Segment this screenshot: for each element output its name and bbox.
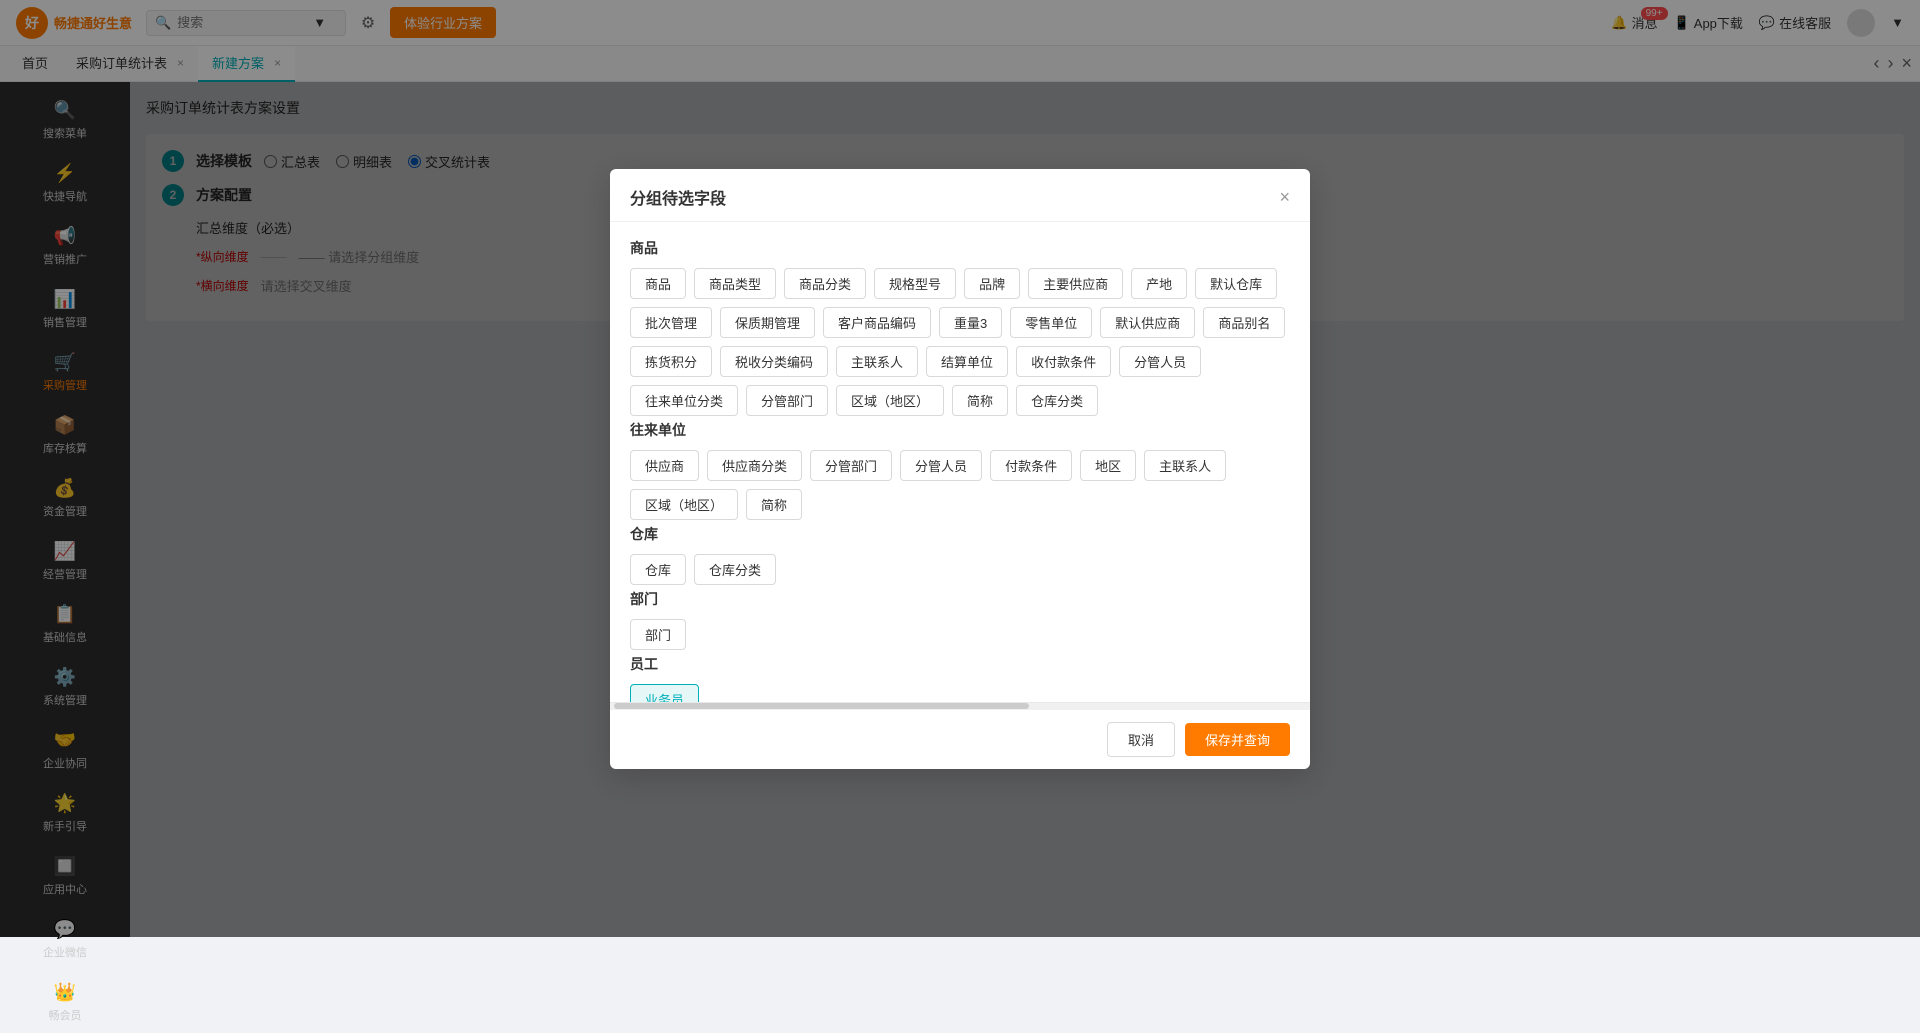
field-tag-0-18[interactable]: 结算单位 (926, 346, 1008, 377)
modal-title: 分组待选字段 (630, 185, 726, 209)
field-tag-2-1[interactable]: 仓库分类 (694, 554, 776, 585)
field-tag-1-3[interactable]: 分管人员 (900, 450, 982, 481)
field-tag-0-19[interactable]: 收付款条件 (1016, 346, 1111, 377)
field-tag-1-5[interactable]: 地区 (1080, 450, 1136, 481)
modal-header: 分组待选字段 × (610, 169, 1310, 222)
field-tag-0-9[interactable]: 保质期管理 (720, 307, 815, 338)
field-tag-0-25[interactable]: 仓库分类 (1016, 385, 1098, 416)
modal-footer: 取消 保存并查询 (610, 709, 1310, 769)
field-grid-0: 商品商品类型商品分类规格型号品牌主要供应商产地默认仓库批次管理保质期管理客户商品… (630, 268, 1290, 416)
field-tag-3-0[interactable]: 部门 (630, 619, 686, 650)
horizontal-scroll[interactable] (610, 702, 1310, 709)
sidebar-item-wechat-label: 企业微信 (43, 944, 87, 960)
section-title-4: 员工 (630, 654, 1290, 674)
field-tag-1-0[interactable]: 供应商 (630, 450, 699, 481)
field-tag-0-5[interactable]: 主要供应商 (1028, 268, 1123, 299)
field-tag-2-0[interactable]: 仓库 (630, 554, 686, 585)
modal: 分组待选字段 × 商品商品商品类型商品分类规格型号品牌主要供应商产地默认仓库批次… (610, 169, 1310, 769)
field-tag-0-1[interactable]: 商品类型 (694, 268, 776, 299)
field-tag-0-0[interactable]: 商品 (630, 268, 686, 299)
section-title-0: 商品 (630, 238, 1290, 258)
sidebar-item-member[interactable]: 👑 畅会员 (0, 972, 130, 1033)
section-4: 员工业务员 (630, 654, 1290, 702)
section-0: 商品商品商品类型商品分类规格型号品牌主要供应商产地默认仓库批次管理保质期管理客户… (630, 238, 1290, 416)
field-tag-0-20[interactable]: 分管人员 (1119, 346, 1201, 377)
field-tag-0-2[interactable]: 商品分类 (784, 268, 866, 299)
section-title-1: 往来单位 (630, 420, 1290, 440)
field-tag-0-3[interactable]: 规格型号 (874, 268, 956, 299)
section-3: 部门部门 (630, 589, 1290, 650)
field-tag-0-10[interactable]: 客户商品编码 (823, 307, 931, 338)
cancel-button[interactable]: 取消 (1107, 722, 1175, 757)
field-tag-1-4[interactable]: 付款条件 (990, 450, 1072, 481)
modal-close-btn[interactable]: × (1279, 188, 1290, 206)
member-icon: 👑 (54, 982, 76, 1003)
field-tag-0-7[interactable]: 默认仓库 (1195, 268, 1277, 299)
field-tag-1-8[interactable]: 简称 (746, 489, 802, 520)
field-tag-0-17[interactable]: 主联系人 (836, 346, 918, 377)
field-grid-2: 仓库仓库分类 (630, 554, 1290, 585)
section-2: 仓库仓库仓库分类 (630, 524, 1290, 585)
field-grid-3: 部门 (630, 619, 1290, 650)
sidebar-item-member-label: 畅会员 (49, 1007, 82, 1023)
field-tag-0-23[interactable]: 区域（地区） (836, 385, 944, 416)
modal-body[interactable]: 商品商品商品类型商品分类规格型号品牌主要供应商产地默认仓库批次管理保质期管理客户… (610, 222, 1310, 702)
field-tag-1-2[interactable]: 分管部门 (810, 450, 892, 481)
field-tag-0-22[interactable]: 分管部门 (746, 385, 828, 416)
field-tag-0-14[interactable]: 商品别名 (1203, 307, 1285, 338)
field-tag-0-11[interactable]: 重量3 (939, 307, 1002, 338)
field-tag-0-15[interactable]: 拣货积分 (630, 346, 712, 377)
section-title-2: 仓库 (630, 524, 1290, 544)
field-grid-4: 业务员 (630, 684, 1290, 702)
field-tag-1-7[interactable]: 区域（地区） (630, 489, 738, 520)
field-tag-0-24[interactable]: 简称 (952, 385, 1008, 416)
field-tag-0-8[interactable]: 批次管理 (630, 307, 712, 338)
field-tag-0-4[interactable]: 品牌 (964, 268, 1020, 299)
field-grid-1: 供应商供应商分类分管部门分管人员付款条件地区主联系人区域（地区） 简称 (630, 450, 1290, 520)
section-1: 往来单位供应商供应商分类分管部门分管人员付款条件地区主联系人区域（地区） 简称 (630, 420, 1290, 520)
field-tag-1-6[interactable]: 主联系人 (1144, 450, 1226, 481)
field-tag-0-21[interactable]: 往来单位分类 (630, 385, 738, 416)
field-tag-1-1[interactable]: 供应商分类 (707, 450, 802, 481)
save-button[interactable]: 保存并查询 (1185, 723, 1290, 756)
field-tag-0-12[interactable]: 零售单位 (1010, 307, 1092, 338)
field-tag-0-16[interactable]: 税收分类编码 (720, 346, 828, 377)
section-title-3: 部门 (630, 589, 1290, 609)
field-tag-0-13[interactable]: 默认供应商 (1100, 307, 1195, 338)
overlay: 分组待选字段 × 商品商品商品类型商品分类规格型号品牌主要供应商产地默认仓库批次… (0, 0, 1920, 937)
field-tag-4-0[interactable]: 业务员 (630, 684, 699, 702)
field-tag-0-6[interactable]: 产地 (1131, 268, 1187, 299)
